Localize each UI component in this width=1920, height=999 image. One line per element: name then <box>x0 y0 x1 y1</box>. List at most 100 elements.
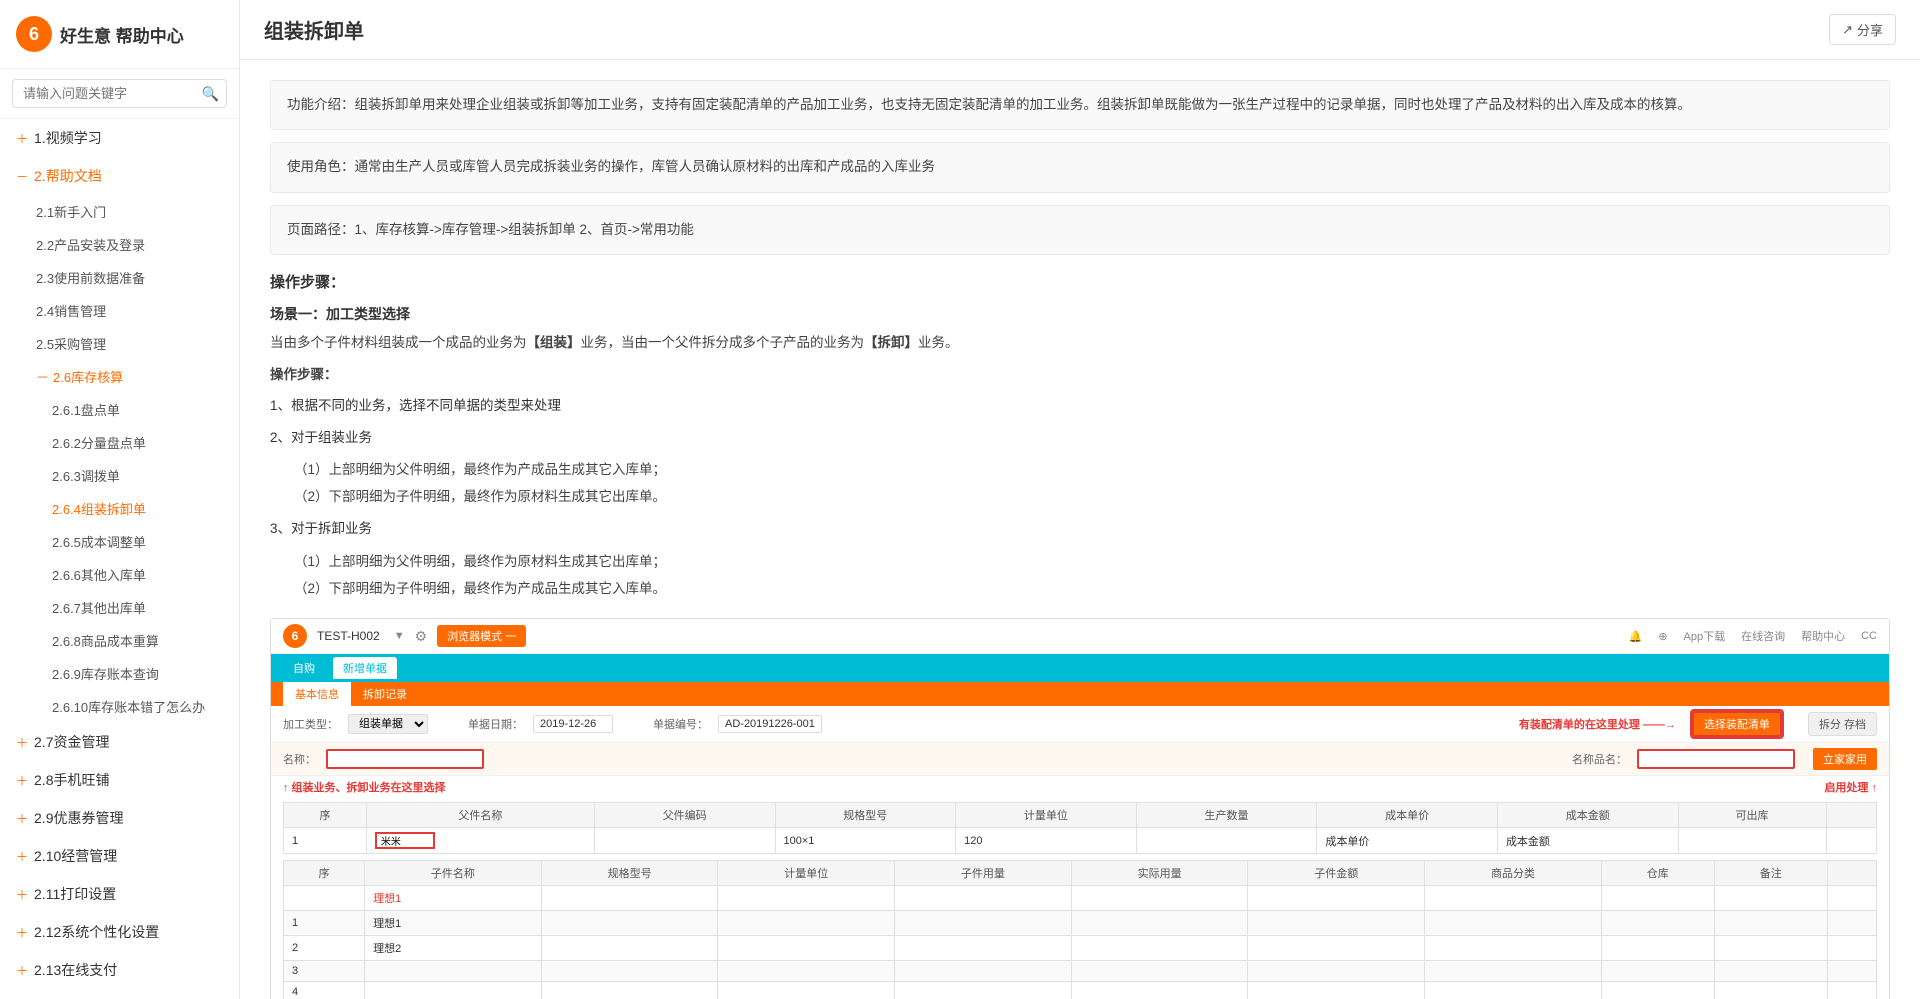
share-label: 分享 <box>1857 20 1883 39</box>
ops-section-title: 操作步骤： <box>270 271 1890 292</box>
sidebar-item-docs[interactable]: － 2.帮助文档 <box>0 157 239 195</box>
th2-action <box>1827 861 1876 886</box>
ss-app-dl: App下载 <box>1684 628 1726 644</box>
sidebar-item-inv6[interactable]: 2.6.6其他入库单 <box>0 558 239 591</box>
screenshot-inner: 6 TEST-H002 ▼ ⚙ 浏览器模式 一 🔔 ⊕ App下载 在线咨询 帮… <box>271 619 1889 999</box>
feature-intro-text: 功能介绍：组装拆卸单用来处理企业组装或拆卸等加工业务，支持有固定装配清单的产品加… <box>287 97 1691 112</box>
role-intro-block: 使用角色：通常由生产人员或库管人员完成拆装业务的操作，库管人员确认原材料的出库和… <box>270 142 1890 192</box>
sidebar-item-faq[interactable]: ＋ 2.14常见问题 <box>0 989 239 999</box>
sidebar-item-inventory[interactable]: － 2.6库存核算 <box>0 360 239 393</box>
ss-help: 在线咨询 <box>1741 628 1785 644</box>
ss-nav-btn[interactable]: 浏览器模式 一 <box>437 625 526 647</box>
search-input[interactable] <box>12 79 227 108</box>
ss-label-name: 名称： <box>283 751 316 767</box>
ss-name-input[interactable] <box>326 749 484 769</box>
ss-select-bom-btn[interactable]: 选择装配清单 <box>1692 711 1782 737</box>
sidebar: 6 好生意 帮助中心 🔍 ＋ 1.视频学习 － 2.帮助文档 2.1新手入门 2… <box>0 0 240 999</box>
ss-extra-btn[interactable]: 拆分 存档 <box>1808 712 1877 736</box>
th2-warehouse: 仓库 <box>1601 861 1714 886</box>
main-content: 组装拆卸单 ↗ 分享 功能介绍：组装拆卸单用来处理企业组装或拆卸等加工业务，支持… <box>240 0 1920 999</box>
assemble-item1: （1）上部明细为父件明细，最终作为产成品生成其它入库单； <box>270 456 1890 483</box>
sidebar-item-print[interactable]: ＋ 2.11打印设置 <box>0 875 239 913</box>
sidebar-item-purchase[interactable]: 2.5采购管理 <box>0 327 239 360</box>
table-row: 理想1 <box>284 886 1877 911</box>
plus-icon-mobile: ＋ <box>16 772 28 789</box>
role-intro-text: 使用角色：通常由生产人员或库管人员完成拆装业务的操作，库管人员确认原材料的出库和… <box>287 159 935 174</box>
search-button[interactable]: 🔍 <box>202 85 219 102</box>
sidebar-item-sales[interactable]: 2.4销售管理 <box>0 294 239 327</box>
ss-warehousename-input[interactable] <box>1637 749 1795 769</box>
sidebar-item-install[interactable]: 2.2产品安装及登录 <box>0 228 239 261</box>
parent-name-input[interactable] <box>375 832 435 849</box>
path-intro-text: 页面路径：1、库存核算->库存管理->组装拆卸单 2、首页->常用功能 <box>287 222 694 237</box>
ss-select-type[interactable]: 组装单据 拆卸单据 <box>348 714 428 734</box>
sidebar-item-cash[interactable]: ＋ 2.7资金管理 <box>0 723 239 761</box>
sidebar-item-custom[interactable]: ＋ 2.12系统个性化设置 <box>0 913 239 951</box>
share-icon: ↗ <box>1842 22 1853 38</box>
ss-sub-tab-record[interactable]: 拆卸记录 <box>351 682 419 706</box>
th2-qty-sub: 子件用量 <box>895 861 1072 886</box>
ss-dropdown-arrow: ▼ <box>394 630 405 642</box>
table-row: 1 理想1 <box>284 911 1877 936</box>
th2-category: 商品分类 <box>1425 861 1602 886</box>
annotation-type: ↑ 组装业务、拆卸业务在这里选择 <box>283 782 446 794</box>
sidebar-item-inv3[interactable]: 2.6.3调拨单 <box>0 459 239 492</box>
plus-icon-coupon: ＋ <box>16 810 28 827</box>
sidebar-item-video[interactable]: ＋ 1.视频学习 <box>0 119 239 157</box>
sidebar-item-inv8[interactable]: 2.6.8商品成本重算 <box>0 624 239 657</box>
th-spec: 规格型号 <box>775 803 956 828</box>
sidebar-item-mobile[interactable]: ＋ 2.8手机旺铺 <box>0 761 239 799</box>
plus-icon-cash: ＋ <box>16 734 28 751</box>
table-row: 3 <box>284 961 1877 982</box>
sidebar-item-inv4[interactable]: 2.6.4组装拆卸单 <box>0 492 239 525</box>
th2-name: 子件名称 <box>365 861 542 886</box>
sidebar-item-inv2[interactable]: 2.6.2分量盘点单 <box>0 426 239 459</box>
th2-seq: 序 <box>284 861 365 886</box>
ss-table1: 序 父件名称 父件编码 规格型号 计量单位 生产数量 成本单价 成本金额 可出库 <box>283 802 1877 854</box>
ss-form-row1: 加工类型： 组装单据 拆卸单据 单据日期： 2019-12-26 单据编号： A… <box>271 706 1889 743</box>
sidebar-item-newbie[interactable]: 2.1新手入门 <box>0 195 239 228</box>
sidebar-item-inv1[interactable]: 2.6.1盘点单 <box>0 393 239 426</box>
ss-table1-container: 序 父件名称 父件编码 规格型号 计量单位 生产数量 成本单价 成本金额 可出库 <box>271 798 1889 854</box>
ss-annotation-row: ↑ 组装业务、拆卸业务在这里选择 启用处理 ↑ <box>271 776 1889 798</box>
ss-id-value: AD-20191226-001 <box>718 715 822 733</box>
ss-sub-tab-basic[interactable]: 基本信息 <box>283 682 351 706</box>
annotation-enable: 启用处理 ↑ <box>1824 779 1877 795</box>
ss-confirm-btn[interactable]: 立家家用 <box>1813 748 1877 770</box>
ss-label-date: 单据日期： <box>468 716 523 732</box>
sidebar-item-coupon[interactable]: ＋ 2.9优惠券管理 <box>0 799 239 837</box>
ss-help2: 帮助中心 <box>1801 628 1845 644</box>
sidebar-item-inv5[interactable]: 2.6.5成本调整单 <box>0 525 239 558</box>
th-parent-code: 父件编码 <box>594 803 775 828</box>
ss-tab-home[interactable]: 自购 <box>283 657 325 679</box>
ss-table2: 序 子件名称 规格型号 计量单位 子件用量 实际用量 子件金额 商品分类 仓库 … <box>283 860 1877 999</box>
sidebar-item-data[interactable]: 2.3使用前数据准备 <box>0 261 239 294</box>
share-button[interactable]: ↗ 分享 <box>1829 14 1896 45</box>
screenshot-container: 6 TEST-H002 ▼ ⚙ 浏览器模式 一 🔔 ⊕ App下载 在线咨询 帮… <box>270 618 1890 999</box>
th-unit: 计量单位 <box>956 803 1137 828</box>
ss-table2-container: 序 子件名称 规格型号 计量单位 子件用量 实际用量 子件金额 商品分类 仓库 … <box>271 860 1889 999</box>
th-action1 <box>1826 803 1876 828</box>
sidebar-item-ops[interactable]: ＋ 2.10经营管理 <box>0 837 239 875</box>
plus-icon: ＋ <box>16 130 28 147</box>
sidebar-item-docs-label: 2.帮助文档 <box>34 166 102 186</box>
ss-label-id: 单据编号： <box>653 716 708 732</box>
sidebar-item-inv9[interactable]: 2.6.9库存账本查询 <box>0 657 239 690</box>
sidebar-item-inv7[interactable]: 2.6.7其他出库单 <box>0 591 239 624</box>
table-row: 2 理想2 <box>284 936 1877 961</box>
ss-tab-new[interactable]: 新增单据 <box>333 657 397 679</box>
path-intro-block: 页面路径：1、库存核算->库存管理->组装拆卸单 2、首页->常用功能 <box>270 205 1890 255</box>
plus-icon-online: ＋ <box>16 962 28 979</box>
ss-date-value: 2019-12-26 <box>533 715 613 733</box>
brand-name: 好生意 帮助中心 <box>60 22 184 47</box>
step3: 3、对于拆卸业务 <box>270 516 1890 542</box>
assemble-item2: （2）下部明细为子件明细，最终作为原材料生成其它出库单。 <box>270 483 1890 510</box>
ss-settings-icon: ⚙ <box>415 628 428 645</box>
ss-sub-tabs: 基本信息 拆卸记录 <box>271 682 1889 706</box>
plus-icon-ops: ＋ <box>16 848 28 865</box>
th2-spec: 规格型号 <box>541 861 718 886</box>
disassemble-item1: （1）上部明细为父件明细，最终作为原材料生成其它出库单； <box>270 548 1890 575</box>
sidebar-item-inv10[interactable]: 2.6.10库存账本错了怎么办 <box>0 690 239 723</box>
sidebar-item-video-label: 1.视频学习 <box>34 128 102 148</box>
sidebar-item-online[interactable]: ＋ 2.13在线支付 <box>0 951 239 989</box>
